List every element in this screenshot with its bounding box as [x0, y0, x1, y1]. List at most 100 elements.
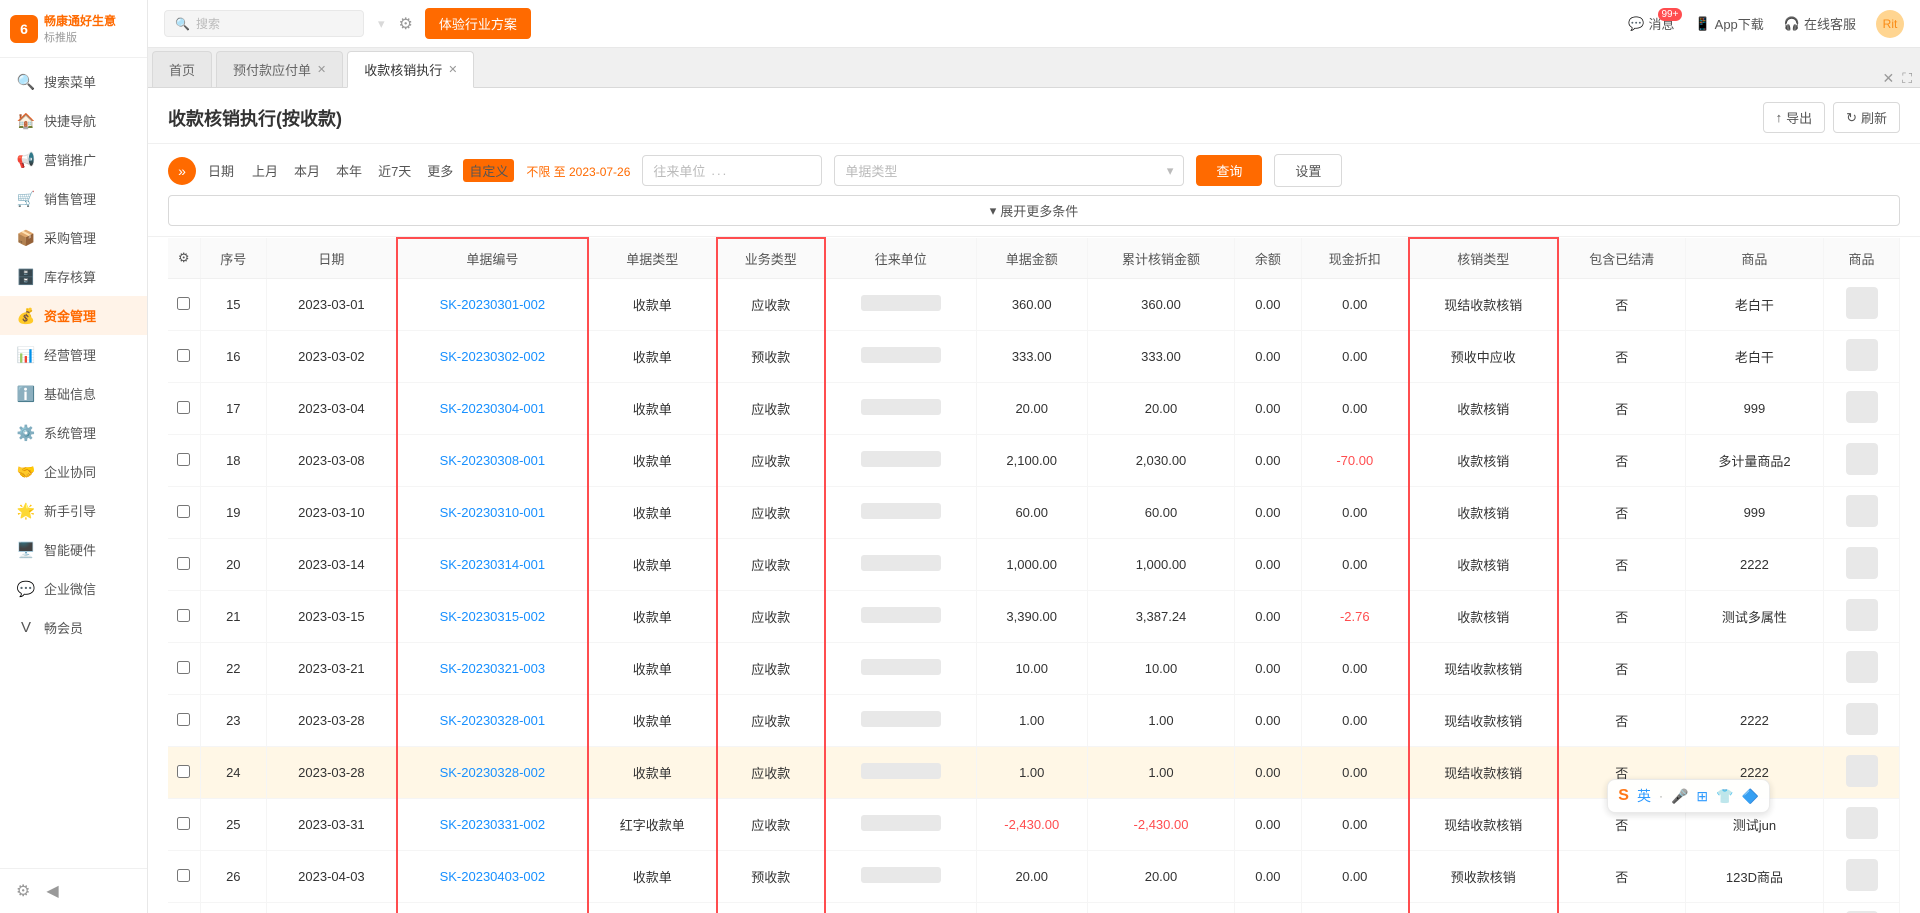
industry-solution-button[interactable]: 体验行业方案: [425, 8, 531, 39]
partner-filter[interactable]: 往来单位 ...: [642, 155, 822, 186]
cell-doc-no[interactable]: SK-20230314-001: [397, 539, 588, 591]
sidebar-item-search[interactable]: 🔍搜索菜单: [0, 62, 147, 101]
doc-type-filter[interactable]: 单据类型 ▾: [834, 155, 1184, 186]
doc-no-link[interactable]: SK-20230314-001: [440, 557, 546, 572]
sidebar-item-operations[interactable]: 📊经营管理: [0, 335, 147, 374]
table-row: 192023-03-10SK-20230310-001收款单应收款60.0060…: [168, 487, 1900, 539]
row-checkbox[interactable]: [177, 661, 190, 674]
date-shortcut-7days[interactable]: 近7天: [372, 159, 417, 182]
cell-checkbox[interactable]: [168, 435, 200, 487]
tab-maximize-icon[interactable]: ⛶: [1902, 70, 1912, 87]
row-checkbox[interactable]: [177, 765, 190, 778]
sidebar-item-hardware[interactable]: 🖥️智能硬件: [0, 530, 147, 569]
doc-no-link[interactable]: SK-20230328-002: [440, 765, 546, 780]
tab-close-all-icon[interactable]: ✕: [1882, 70, 1894, 87]
row-checkbox[interactable]: [177, 713, 190, 726]
row-checkbox[interactable]: [177, 869, 190, 882]
date-shortcut-more[interactable]: 更多: [421, 159, 459, 182]
expand-more-button[interactable]: ▾ 展开更多条件: [168, 195, 1900, 226]
query-button[interactable]: 查询: [1196, 155, 1262, 186]
tab-receipt-cancel-close[interactable]: ✕: [448, 63, 457, 76]
cell-checkbox[interactable]: [168, 279, 200, 331]
cell-checkbox[interactable]: [168, 383, 200, 435]
sidebar-item-inventory[interactable]: 🗄️库存核算: [0, 257, 147, 296]
sidebar-item-quicknav[interactable]: 🏠快捷导航: [0, 101, 147, 140]
cell-doc-no[interactable]: SK-20230302-002: [397, 331, 588, 383]
tab-prepay[interactable]: 预付款应付单 ✕: [216, 51, 343, 87]
doc-no-link[interactable]: SK-20230310-001: [440, 505, 546, 520]
doc-no-link[interactable]: SK-20230403-002: [440, 869, 546, 884]
row-checkbox[interactable]: [177, 609, 190, 622]
sidebar-item-newguide[interactable]: 🌟新手引导: [0, 491, 147, 530]
filter-expand-button[interactable]: »: [168, 157, 196, 185]
cell-doc-no[interactable]: SK-20230310-001: [397, 487, 588, 539]
online-support-button[interactable]: 🎧 在线客服: [1784, 14, 1856, 33]
custom-date-button[interactable]: 自定义: [463, 159, 514, 182]
doc-no-link[interactable]: SK-20230331-002: [440, 817, 546, 832]
cell-doc-no[interactable]: SK-20230408-001: [397, 903, 588, 913]
cell-checkbox[interactable]: [168, 331, 200, 383]
sidebar-item-marketing[interactable]: 📢营销推广: [0, 140, 147, 179]
cell-doc-no[interactable]: SK-20230308-001: [397, 435, 588, 487]
doc-no-link[interactable]: SK-20230302-002: [440, 349, 546, 364]
cell-doc-no[interactable]: SK-20230331-002: [397, 799, 588, 851]
tab-prepay-close[interactable]: ✕: [317, 63, 326, 76]
doc-no-link[interactable]: SK-20230308-001: [440, 453, 546, 468]
cell-doc-no[interactable]: SK-20230328-001: [397, 695, 588, 747]
collapse-icon[interactable]: ◀: [46, 881, 58, 901]
date-shortcut-this-year[interactable]: 本年: [330, 159, 368, 182]
date-shortcut-last-month[interactable]: 上月: [246, 159, 284, 182]
avatar[interactable]: Rit: [1876, 10, 1904, 38]
settings-footer-icon[interactable]: ⚙: [16, 881, 30, 901]
app-download-button[interactable]: 📱 App下载: [1694, 14, 1763, 33]
cell-cancel-amount: 20.00: [1087, 851, 1234, 903]
cell-doc-no[interactable]: SK-20230315-002: [397, 591, 588, 643]
cell-checkbox[interactable]: [168, 747, 200, 799]
export-button[interactable]: ↑ 导出: [1763, 102, 1826, 133]
row-checkbox[interactable]: [177, 817, 190, 830]
cell-checkbox[interactable]: [168, 643, 200, 695]
row-checkbox[interactable]: [177, 401, 190, 414]
cell-doc-no[interactable]: SK-20230321-003: [397, 643, 588, 695]
sidebar-item-wechat[interactable]: 💬企业微信: [0, 569, 147, 608]
doc-no-link[interactable]: SK-20230304-001: [440, 401, 546, 416]
cell-checkbox[interactable]: [168, 851, 200, 903]
col-header-settings[interactable]: ⚙: [168, 238, 200, 279]
filter-settings-button[interactable]: 设置: [1274, 154, 1342, 187]
cell-doc-no[interactable]: SK-20230301-002: [397, 279, 588, 331]
row-checkbox[interactable]: [177, 297, 190, 310]
cell-checkbox[interactable]: [168, 903, 200, 913]
sidebar-item-basic[interactable]: ℹ️基础信息: [0, 374, 147, 413]
sidebar-item-system[interactable]: ⚙️系统管理: [0, 413, 147, 452]
tab-home[interactable]: 首页: [152, 51, 212, 87]
message-button[interactable]: 💬 消息 99+: [1628, 14, 1674, 33]
row-checkbox[interactable]: [177, 349, 190, 362]
doc-no-link[interactable]: SK-20230321-003: [440, 661, 546, 676]
sidebar-item-sales[interactable]: 🛒销售管理: [0, 179, 147, 218]
cell-checkbox[interactable]: [168, 539, 200, 591]
refresh-button[interactable]: ↻ 刷新: [1833, 102, 1900, 133]
cell-checkbox[interactable]: [168, 487, 200, 539]
cell-doc-no[interactable]: SK-20230304-001: [397, 383, 588, 435]
sidebar-item-enterprise[interactable]: 🤝企业协同: [0, 452, 147, 491]
cell-checkbox[interactable]: [168, 799, 200, 851]
sidebar-item-member[interactable]: V畅会员: [0, 608, 147, 647]
topbar-search-box[interactable]: 🔍 搜索: [164, 10, 364, 37]
cell-doc-no[interactable]: SK-20230328-002: [397, 747, 588, 799]
tab-receipt-cancel[interactable]: 收款核销执行 ✕: [347, 51, 474, 88]
cell-checkbox[interactable]: [168, 591, 200, 643]
cell-doc-no[interactable]: SK-20230403-002: [397, 851, 588, 903]
quicknav-icon: 🏠: [16, 112, 36, 130]
row-checkbox[interactable]: [177, 557, 190, 570]
topbar-settings-icon[interactable]: ⚙: [399, 14, 413, 34]
cell-checkbox[interactable]: [168, 695, 200, 747]
sidebar-item-purchase[interactable]: 📦采购管理: [0, 218, 147, 257]
doc-no-link[interactable]: SK-20230328-001: [440, 713, 546, 728]
row-checkbox[interactable]: [177, 453, 190, 466]
cell-partner: [825, 279, 976, 331]
doc-no-link[interactable]: SK-20230301-002: [440, 297, 546, 312]
doc-no-link[interactable]: SK-20230315-002: [440, 609, 546, 624]
date-shortcut-this-month[interactable]: 本月: [288, 159, 326, 182]
row-checkbox[interactable]: [177, 505, 190, 518]
sidebar-item-finance[interactable]: 💰资金管理: [0, 296, 147, 335]
